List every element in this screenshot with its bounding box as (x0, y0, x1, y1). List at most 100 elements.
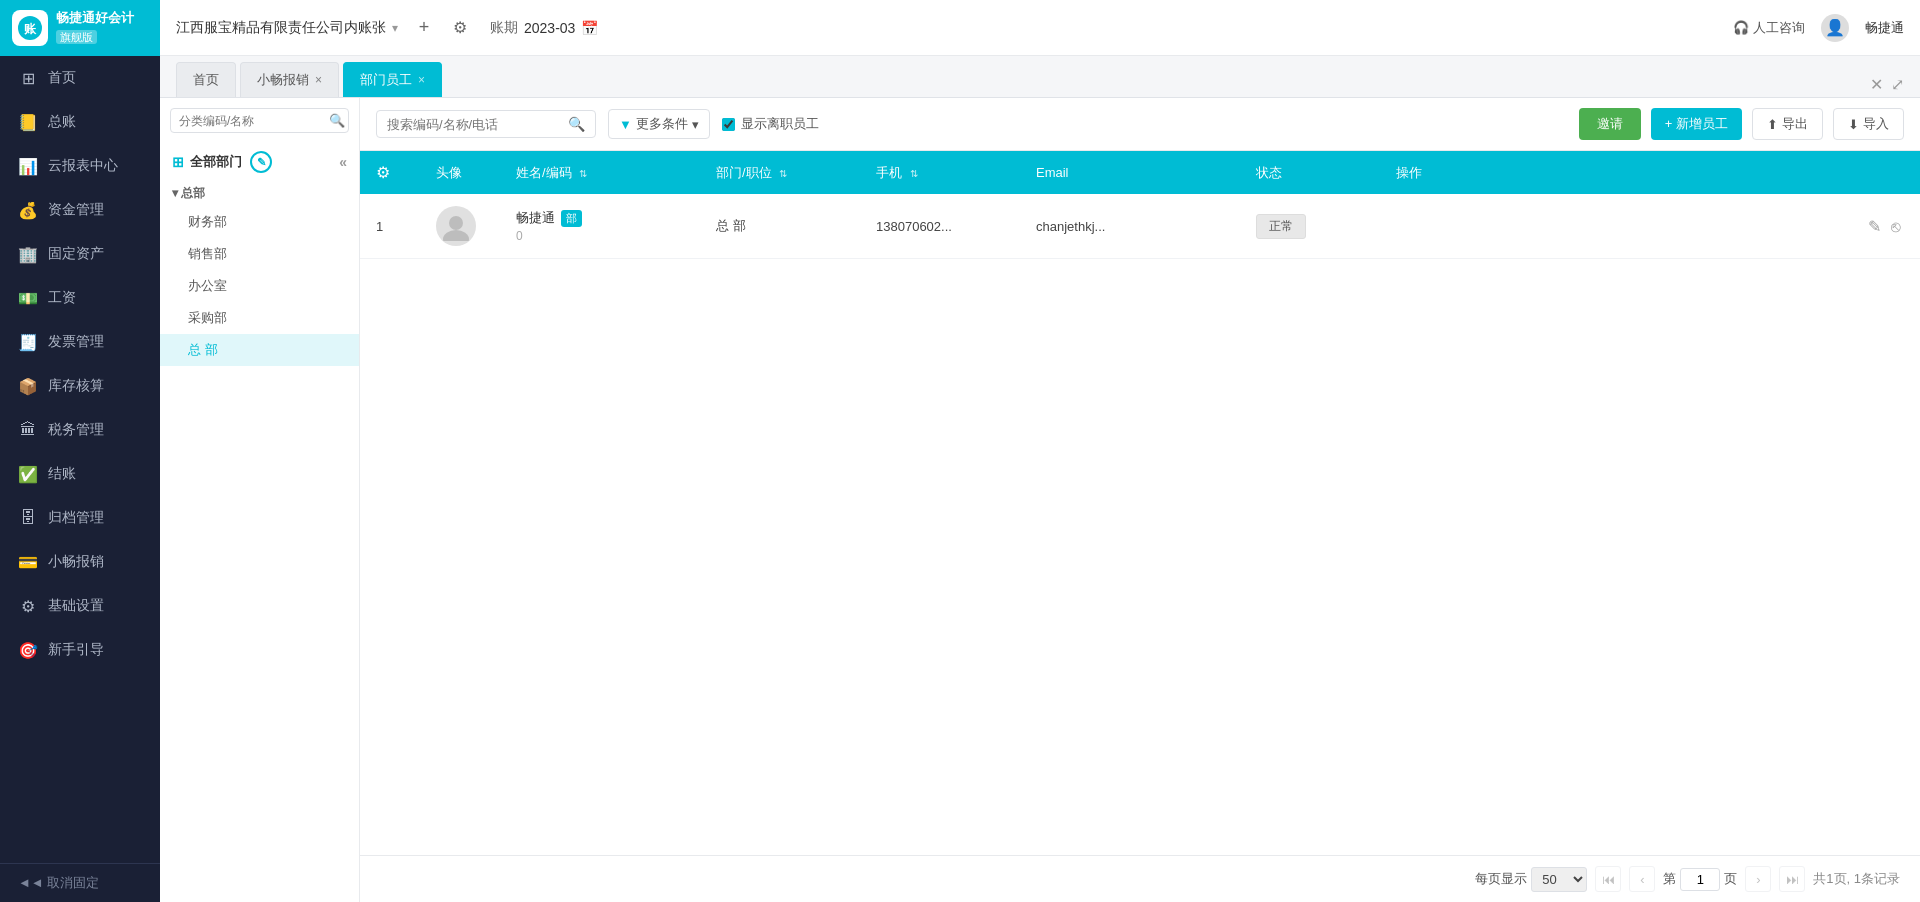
sort-dept-icon: ⇅ (779, 168, 787, 179)
sidebar-item-expense[interactable]: 💳 小畅报销 (0, 540, 160, 584)
home-icon: ⊞ (18, 68, 38, 88)
row-avatar-cell (420, 194, 500, 259)
reports-icon: 📊 (18, 156, 38, 176)
row-dept-cell: 总 部 (700, 194, 860, 259)
tab-expense-close-icon[interactable]: × (315, 73, 322, 87)
sidebar-item-assets[interactable]: 🏢 固定资产 (0, 232, 160, 276)
page-last-button[interactable]: ⏭ (1779, 866, 1805, 892)
tab-expand-button[interactable]: ⤢ (1891, 77, 1904, 93)
pagination-bar: 每页显示 10 20 50 100 ⏮ ‹ 第 页 › ⏭ 共1 (360, 855, 1920, 902)
collapse-panel-button[interactable]: « (339, 154, 347, 170)
all-dept-item[interactable]: ⊞ 全部部门 ✎ « (160, 143, 359, 181)
page-input-group[interactable]: 第 页 (1663, 868, 1737, 891)
period-value: 2023-03 (524, 20, 575, 36)
dept-item-caiwubu[interactable]: 财务部 (160, 206, 359, 238)
sidebar-item-label: 基础设置 (48, 597, 104, 615)
sidebar-item-closing[interactable]: ✅ 结账 (0, 452, 160, 496)
topbar: 江西服宝精品有限责任公司内账张 ▾ + ⚙ 账期 2023-03 📅 🎧 人工咨… (160, 0, 1920, 56)
page-prev-button[interactable]: ‹ (1629, 866, 1655, 892)
sidebar-item-label: 小畅报销 (48, 553, 104, 571)
sidebar-item-archive[interactable]: 🗄 归档管理 (0, 496, 160, 540)
dept-search-icon: 🔍 (329, 113, 345, 128)
period-selector[interactable]: 账期 2023-03 📅 (490, 19, 598, 37)
edit-dept-button[interactable]: ✎ (250, 151, 272, 173)
sidebar-item-home[interactable]: ⊞ 首页 (0, 56, 160, 100)
tab-employee[interactable]: 部门员工 × (343, 62, 442, 97)
export-button[interactable]: ⬆ 导出 (1752, 108, 1823, 140)
page-number-input[interactable] (1680, 868, 1720, 891)
expense-icon: 💳 (18, 552, 38, 572)
import-button[interactable]: ⬇ 导入 (1833, 108, 1904, 140)
col-header-settings[interactable]: ⚙ (360, 151, 420, 194)
status-badge: 正常 (1256, 214, 1306, 239)
grid-icon: ⊞ (172, 154, 184, 170)
edit-employee-button[interactable]: ✎ (1865, 214, 1884, 239)
col-header-dept[interactable]: 部门/职位 ⇅ (700, 151, 860, 194)
dept-group-label: ▾ 总部 (160, 181, 359, 206)
all-dept-label: 全部部门 (190, 153, 242, 171)
dept-search-input[interactable] (179, 114, 329, 128)
settings-button[interactable]: ⚙ (446, 14, 474, 42)
row-name-cell: 畅捷通 部 0 (500, 194, 700, 259)
tax-icon: 🏛 (18, 420, 38, 440)
sidebar-item-label: 云报表中心 (48, 157, 118, 175)
page-size-selector[interactable]: 每页显示 10 20 50 100 (1475, 867, 1587, 892)
search-icon: 🔍 (568, 116, 585, 132)
invite-button[interactable]: 邀请 (1579, 108, 1641, 140)
row-email-cell: chanjethkj... (1020, 194, 1240, 259)
employee-table-wrap: ⚙ 头像 姓名/编码 ⇅ 部门/职位 ⇅ (360, 151, 1920, 855)
logout-employee-button[interactable]: ⎋ (1888, 215, 1904, 239)
sidebar-item-label: 库存核算 (48, 377, 104, 395)
employee-search-box[interactable]: 🔍 (376, 110, 596, 138)
unpin-button[interactable]: ◄◄ 取消固定 (0, 863, 160, 902)
user-avatar[interactable]: 👤 (1821, 14, 1849, 42)
col-header-phone[interactable]: 手机 ⇅ (860, 151, 1020, 194)
app-edition: 旗舰版 (56, 30, 97, 44)
row-number: 1 (360, 194, 420, 259)
add-company-button[interactable]: + (410, 14, 438, 42)
sidebar-item-funds[interactable]: 💰 资金管理 (0, 188, 160, 232)
tab-home[interactable]: 首页 (176, 62, 236, 97)
per-page-select[interactable]: 10 20 50 100 (1531, 867, 1587, 892)
app-name: 畅捷通好会计 (56, 10, 134, 27)
dept-item-xiaoshoubu[interactable]: 销售部 (160, 238, 359, 270)
company-selector[interactable]: 江西服宝精品有限责任公司内账张 ▾ (176, 19, 398, 37)
sort-phone-icon: ⇅ (910, 168, 918, 179)
dept-search-box[interactable]: 🔍 (170, 108, 349, 133)
dept-item-zongbu[interactable]: 总 部 (160, 334, 359, 366)
content-area: 🔍 ⊞ 全部部门 ✎ « ▾ 总部 财务部 销售部 办公室 (160, 98, 1920, 902)
page-label: 第 (1663, 870, 1676, 888)
employee-name: 畅捷通 (516, 209, 555, 227)
inventory-icon: 📦 (18, 376, 38, 396)
settings-icon: ⚙ (18, 596, 38, 616)
help-button[interactable]: 🎧 人工咨询 (1733, 19, 1805, 37)
page-next-button[interactable]: › (1745, 866, 1771, 892)
sidebar-item-settings[interactable]: ⚙ 基础设置 (0, 584, 160, 628)
page-first-button[interactable]: ⏮ (1595, 866, 1621, 892)
archive-icon: 🗄 (18, 508, 38, 528)
import-label: 导入 (1863, 115, 1889, 133)
sidebar-item-tax[interactable]: 🏛 税务管理 (0, 408, 160, 452)
sidebar-item-salary[interactable]: 💵 工资 (0, 276, 160, 320)
tab-close-all-button[interactable]: ✕ (1870, 77, 1883, 93)
tab-expense[interactable]: 小畅报销 × (240, 62, 339, 97)
tab-employee-close-icon[interactable]: × (418, 73, 425, 87)
sidebar: 账 畅捷通好会计 旗舰版 ⊞ 首页 📒 总账 📊 云报表中心 💰 资金管理 🏢 … (0, 0, 160, 902)
sidebar-item-invoice[interactable]: 🧾 发票管理 (0, 320, 160, 364)
sidebar-item-ledger[interactable]: 📒 总账 (0, 100, 160, 144)
svg-text:账: 账 (24, 22, 37, 36)
dept-item-bangongshi[interactable]: 办公室 (160, 270, 359, 302)
filter-icon: ▼ (619, 117, 632, 132)
sidebar-item-guide[interactable]: 🎯 新手引导 (0, 628, 160, 672)
dept-item-caigoubu[interactable]: 采购部 (160, 302, 359, 334)
show-resigned-input[interactable] (722, 118, 735, 131)
sidebar-item-inventory[interactable]: 📦 库存核算 (0, 364, 160, 408)
add-employee-button[interactable]: + 新增员工 (1651, 108, 1742, 140)
page-suffix: 页 (1724, 870, 1737, 888)
show-resigned-checkbox[interactable]: 显示离职员工 (722, 115, 819, 133)
sidebar-item-reports[interactable]: 📊 云报表中心 (0, 144, 160, 188)
col-header-name[interactable]: 姓名/编码 ⇅ (500, 151, 700, 194)
show-resigned-label: 显示离职员工 (741, 115, 819, 133)
more-filter-button[interactable]: ▼ 更多条件 ▾ (608, 109, 710, 139)
employee-search-input[interactable] (387, 117, 568, 132)
